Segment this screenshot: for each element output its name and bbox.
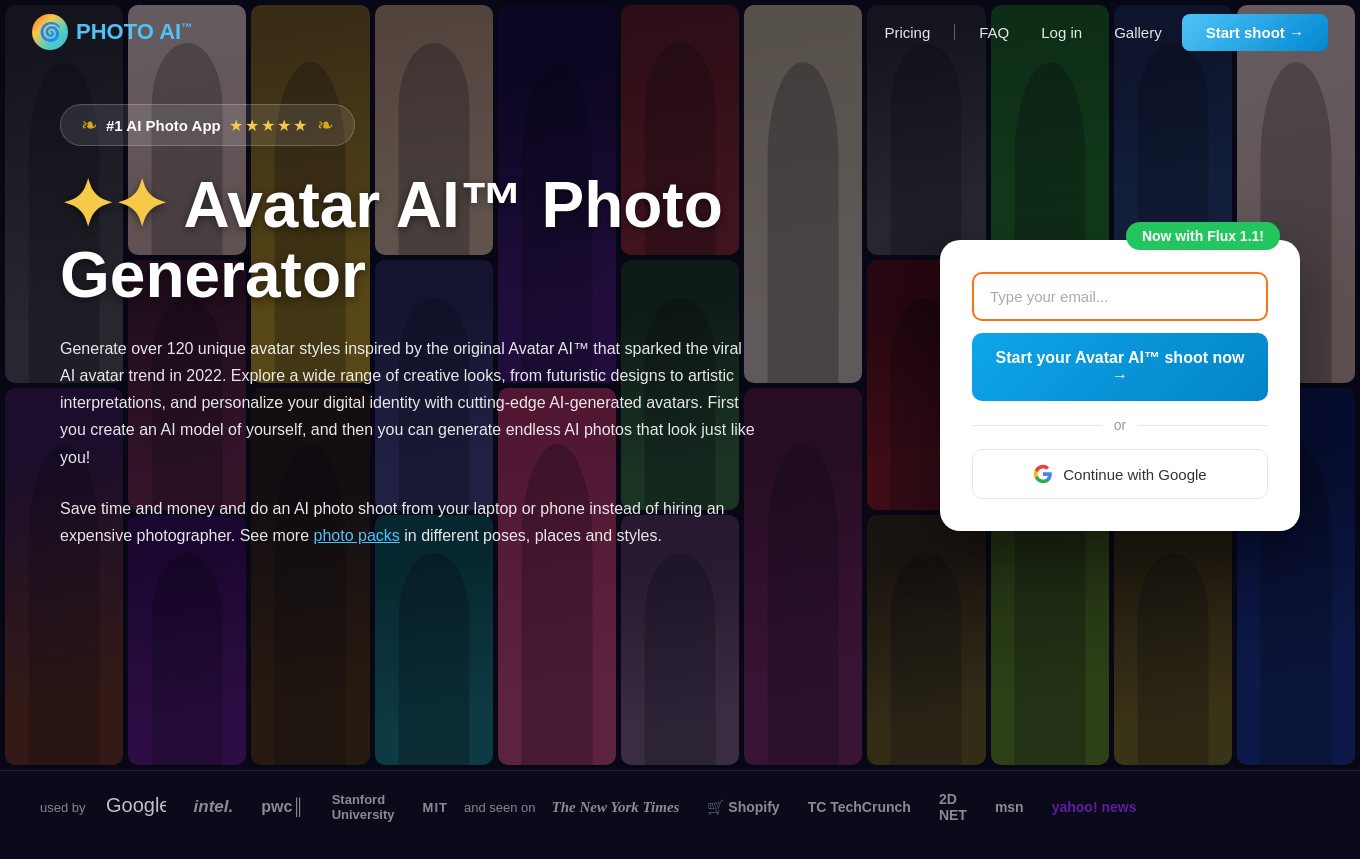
- nav-gallery[interactable]: Gallery: [1102, 16, 1174, 49]
- nav-links: Pricing FAQ Log in Gallery Start shoot →: [872, 14, 1328, 51]
- google-icon: [1033, 464, 1053, 484]
- or-divider: or: [972, 417, 1268, 433]
- brand-mit: MIT: [423, 800, 448, 815]
- star-rating: ★★★★★: [229, 116, 309, 135]
- brand-google: Google: [106, 794, 166, 821]
- media-logos: The New York Times 🛒 Shopify TC TechCrun…: [552, 791, 1137, 823]
- nav-divider: [954, 24, 955, 40]
- brand-techcrunch: TC TechCrunch: [808, 799, 911, 815]
- hero-cta-text: Save time and money and do an AI photo s…: [60, 495, 760, 549]
- email-input[interactable]: [972, 272, 1268, 321]
- right-laurel: ❧: [317, 113, 334, 137]
- hero-title: ✦✦ Avatar AI™ Photo Generator: [60, 170, 810, 311]
- flux-badge: Now with Flux 1.1!: [1126, 222, 1280, 250]
- brand-stanford: StanfordUniversity: [332, 792, 395, 822]
- brands-section: used by Google intel. pwc║ StanfordUnive…: [0, 770, 1360, 843]
- brand-msn: msn: [995, 799, 1024, 815]
- award-badge: ❧ #1 AI Photo App ★★★★★ ❧: [60, 104, 355, 146]
- start-shoot-button[interactable]: Start shoot →: [1182, 14, 1328, 51]
- brand-pwc: pwc║: [261, 798, 303, 816]
- sparkle-icon: ✦✦: [60, 169, 168, 241]
- nav-pricing[interactable]: Pricing: [872, 16, 942, 49]
- hero-section: 🌀 PHOTO AI™ Pricing FAQ Log in Gallery S…: [0, 0, 1360, 770]
- left-laurel: ❧: [81, 113, 98, 137]
- brand-nyt: The New York Times: [552, 799, 680, 816]
- logo[interactable]: 🌀 PHOTO AI™: [32, 14, 192, 50]
- hero-description: Generate over 120 unique avatar styles i…: [60, 335, 760, 471]
- award-text: #1 AI Photo App: [106, 117, 221, 134]
- hero-content: ❧ #1 AI Photo App ★★★★★ ❧ ✦✦ Avatar AI™ …: [0, 64, 870, 613]
- nav-login[interactable]: Log in: [1029, 16, 1094, 49]
- signup-card: Now with Flux 1.1! Start your Avatar AI™…: [940, 240, 1300, 531]
- brand-intel: intel.: [194, 797, 234, 817]
- brand-zdnet: 2DNET: [939, 791, 967, 823]
- photo-packs-link[interactable]: photo packs: [314, 527, 400, 544]
- seen-on-label: and seen on: [464, 800, 536, 815]
- testimonials-section: "Photo AI is making money by "Photo AI c…: [0, 843, 1360, 859]
- navbar: 🌀 PHOTO AI™ Pricing FAQ Log in Gallery S…: [0, 0, 1360, 64]
- logo-icon: 🌀: [32, 14, 68, 50]
- brand-yahoo: yahoo! news: [1052, 799, 1137, 815]
- google-signin-button[interactable]: Continue with Google: [972, 449, 1268, 499]
- svg-text:Google: Google: [106, 794, 166, 816]
- nav-faq[interactable]: FAQ: [967, 16, 1021, 49]
- start-avatar-button[interactable]: Start your Avatar AI™ shoot now →: [972, 333, 1268, 401]
- logo-text: PHOTO AI™: [76, 19, 192, 45]
- brand-shopify: 🛒 Shopify: [707, 799, 779, 815]
- brand-logos: Google intel. pwc║ StanfordUniversity MI…: [106, 792, 448, 822]
- used-by-label: used by: [40, 800, 86, 815]
